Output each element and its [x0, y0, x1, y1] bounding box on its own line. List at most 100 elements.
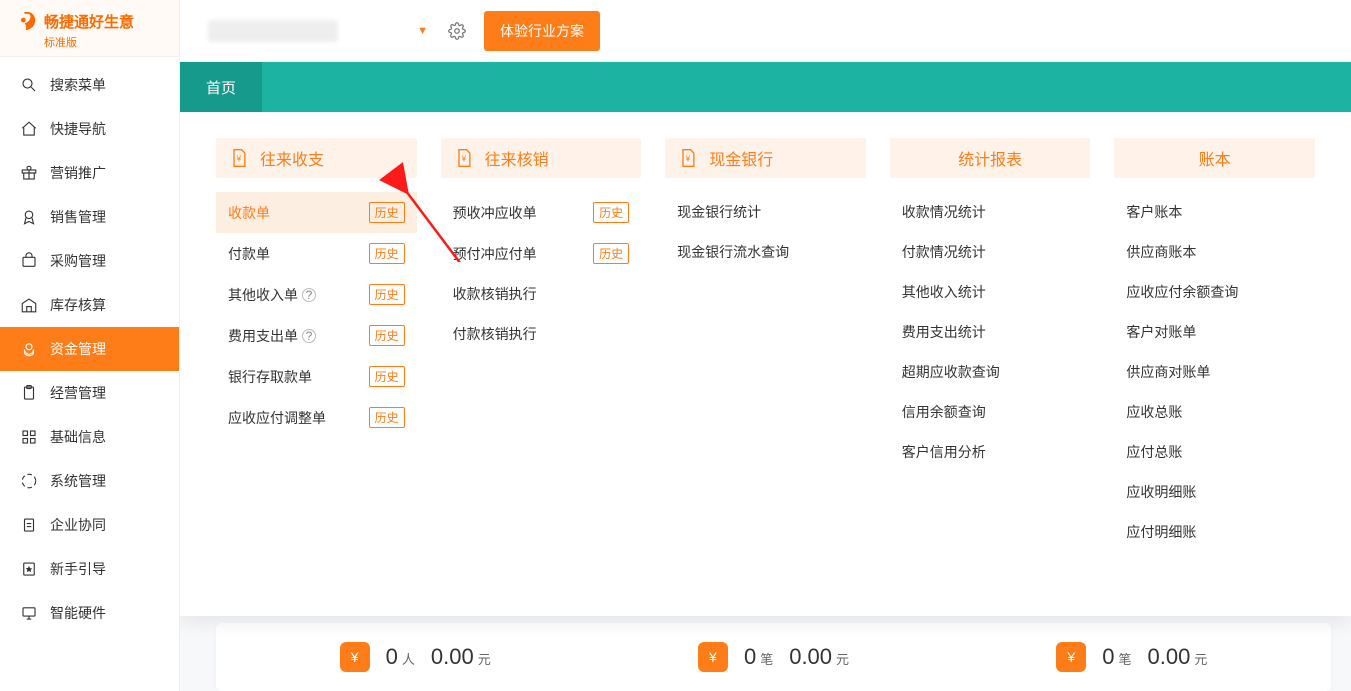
mega-item-label: 客户对账单 [1126, 322, 1196, 342]
mega-item-4-6[interactable]: 应付总账 [1114, 432, 1315, 472]
doc-yen-icon: ¥ [453, 147, 475, 169]
org-selector[interactable]: ▼ [198, 14, 438, 48]
loader-icon [20, 472, 38, 490]
mega-item-4-5[interactable]: 应收总账 [1114, 392, 1315, 432]
mega-item-1-1[interactable]: 预付冲应付单 历史 [441, 233, 642, 274]
nav-list: 搜索菜单快捷导航营销推广销售管理采购管理库存核算资金管理经营管理基础信息系统管理… [0, 57, 179, 691]
tab-home[interactable]: 首页 [180, 62, 262, 112]
mega-item-label: 其他收入单? [228, 285, 316, 305]
badge-icon [20, 208, 38, 226]
mega-item-1-3[interactable]: 付款核销执行 [441, 314, 642, 354]
svg-text:¥: ¥ [460, 153, 466, 163]
mega-item-4-8[interactable]: 应付明细账 [1114, 512, 1315, 552]
mega-item-3-6[interactable]: 客户信用分析 [890, 432, 1091, 472]
history-tag[interactable]: 历史 [369, 407, 405, 428]
stat-currency: 元 [478, 649, 491, 668]
clipboard2-icon [20, 516, 38, 534]
mega-item-label: 应收明细账 [1126, 482, 1196, 502]
mega-item-1-2[interactable]: 收款核销执行 [441, 274, 642, 314]
logo-area: 畅捷通好生意 标准版 [0, 0, 179, 57]
sidebar-item-10[interactable]: 企业协同 [0, 503, 179, 547]
stat-amount: 0.00 [789, 644, 832, 670]
sidebar-item-label: 营销推广 [50, 163, 106, 183]
mega-item-label: 预收冲应收单 [453, 203, 537, 223]
mega-item-label: 收款核销执行 [453, 284, 537, 304]
stat-currency: 元 [836, 649, 849, 668]
mega-item-label: 应收总账 [1126, 402, 1182, 422]
sidebar-item-11[interactable]: 新手引导 [0, 547, 179, 591]
mega-item-4-3[interactable]: 客户对账单 [1114, 312, 1315, 352]
yen-badge-icon: ¥ [340, 642, 370, 672]
mega-item-0-2[interactable]: 其他收入单? 历史 [216, 274, 417, 315]
mega-item-0-0[interactable]: 收款单历史 [216, 192, 417, 233]
mega-item-4-1[interactable]: 供应商账本 [1114, 232, 1315, 272]
mega-column-1: ¥往来核销预收冲应收单历史预付冲应付单历史收款核销执行付款核销执行 [441, 138, 642, 596]
mega-item-3-5[interactable]: 信用余额查询 [890, 392, 1091, 432]
help-icon[interactable]: ? [302, 329, 316, 343]
mega-item-3-1[interactable]: 付款情况统计 [890, 232, 1091, 272]
mega-item-label: 付款单 [228, 244, 270, 264]
sidebar-item-8[interactable]: 基础信息 [0, 415, 179, 459]
history-tag[interactable]: 历史 [593, 243, 629, 264]
mega-item-2-1[interactable]: 现金银行流水查询 [665, 232, 866, 272]
mega-item-3-2[interactable]: 其他收入统计 [890, 272, 1091, 312]
sidebar-item-0[interactable]: 搜索菜单 [0, 63, 179, 107]
mega-item-4-0[interactable]: 客户账本 [1114, 192, 1315, 232]
stat-count: 0 [386, 644, 398, 670]
svg-text:¥: ¥ [685, 153, 691, 163]
sidebar-item-label: 基础信息 [50, 427, 106, 447]
stat-group-1: ¥0笔0.00元 [698, 642, 849, 672]
sidebar-item-4[interactable]: 采购管理 [0, 239, 179, 283]
history-tag[interactable]: 历史 [369, 243, 405, 264]
mega-item-label: 客户账本 [1126, 202, 1182, 222]
mega-item-label: 付款核销执行 [453, 324, 537, 344]
sidebar-item-7[interactable]: 经营管理 [0, 371, 179, 415]
mega-item-2-0[interactable]: 现金银行统计 [665, 192, 866, 232]
bottom-stats: ¥0人0.00元¥0笔0.00元¥0笔0.00元 [216, 623, 1331, 691]
stat-currency: 元 [1194, 649, 1207, 668]
mega-item-label: 应付总账 [1126, 442, 1182, 462]
mega-item-0-3[interactable]: 费用支出单? 历史 [216, 315, 417, 356]
industry-plan-button[interactable]: 体验行业方案 [484, 11, 600, 51]
sidebar-item-9[interactable]: 系统管理 [0, 459, 179, 503]
mega-item-1-0[interactable]: 预收冲应收单 历史 [441, 192, 642, 233]
sidebar-item-label: 企业协同 [50, 515, 106, 535]
sidebar-item-6[interactable]: 资金管理 [0, 327, 179, 371]
home-icon [20, 120, 38, 138]
help-icon[interactable]: ? [302, 288, 316, 302]
mega-item-4-4[interactable]: 供应商对账单 [1114, 352, 1315, 392]
mega-item-3-3[interactable]: 费用支出统计 [890, 312, 1091, 352]
sidebar-item-5[interactable]: 库存核算 [0, 283, 179, 327]
sidebar-item-2[interactable]: 营销推广 [0, 151, 179, 195]
history-tag[interactable]: 历史 [593, 202, 629, 223]
mega-item-3-4[interactable]: 超期应收款查询 [890, 352, 1091, 392]
sidebar-item-1[interactable]: 快捷导航 [0, 107, 179, 151]
mega-item-0-5[interactable]: 应收应付调整单历史 [216, 397, 417, 438]
stat-unit: 笔 [760, 649, 773, 668]
sidebar-item-label: 资金管理 [50, 339, 106, 359]
mega-item-label: 供应商账本 [1126, 242, 1196, 262]
mega-item-3-0[interactable]: 收款情况统计 [890, 192, 1091, 232]
sidebar-item-label: 搜索菜单 [50, 75, 106, 95]
mega-item-4-2[interactable]: 应收应付余额查询 [1114, 272, 1315, 312]
stat-amount: 0.00 [431, 644, 474, 670]
stat-count: 0 [1102, 644, 1114, 670]
gear-icon[interactable] [448, 22, 466, 40]
history-tag[interactable]: 历史 [369, 325, 405, 346]
history-tag[interactable]: 历史 [369, 202, 405, 223]
mega-item-0-4[interactable]: 银行存取款单历史 [216, 356, 417, 397]
history-tag[interactable]: 历史 [369, 284, 405, 305]
sidebar-item-label: 新手引导 [50, 559, 106, 579]
sidebar-item-12[interactable]: 智能硬件 [0, 591, 179, 635]
mega-item-4-7[interactable]: 应收明细账 [1114, 472, 1315, 512]
sidebar-item-3[interactable]: 销售管理 [0, 195, 179, 239]
mega-column-0: ¥往来收支收款单历史付款单历史其他收入单?历史费用支出单?历史银行存取款单历史应… [216, 138, 417, 596]
history-tag[interactable]: 历史 [369, 366, 405, 387]
mega-item-label: 现金银行流水查询 [677, 242, 789, 262]
org-name-redacted [208, 20, 338, 42]
main-area: ▼ 体验行业方案 首页 完善期初 统计表 i 务员) 报 > [180, 0, 1351, 691]
mega-item-0-1[interactable]: 付款单 历史 [216, 233, 417, 274]
mega-item-label: 费用支出单? [228, 326, 316, 346]
warehouse-icon [20, 296, 38, 314]
mega-item-label: 预付冲应付单 [453, 244, 537, 264]
